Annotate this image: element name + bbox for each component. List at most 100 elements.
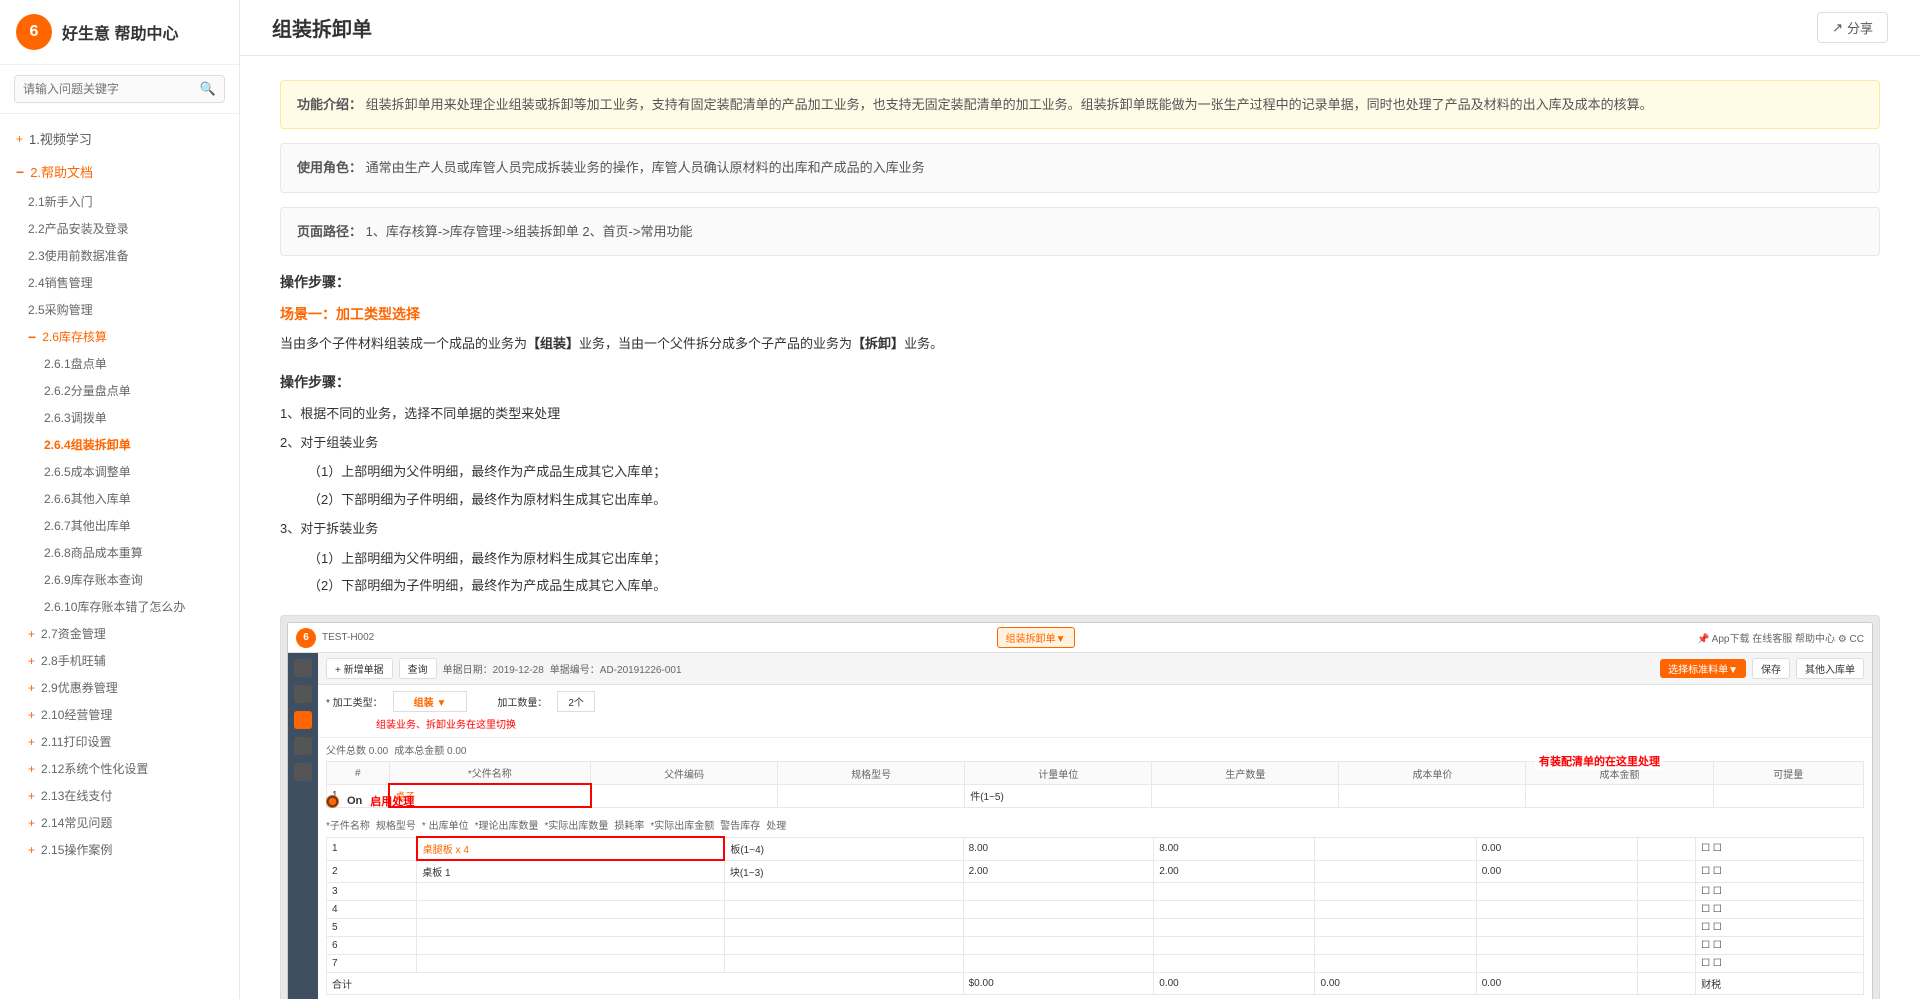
lower-row-2: 2 桌板 1 块(1~3) 2.00 2.00 0.00 [327, 860, 1864, 883]
mock-new-btn: 组装拆卸单▼ [997, 627, 1075, 648]
mock-lower-total: *实际出库金额 [650, 817, 714, 832]
mock-lower-table: 1 桌腿板 x 4 板(1~4) 8.00 8.00 0.00 [326, 836, 1864, 995]
path-text: 1、库存核算->库存管理->组装拆卸单 2、首页->常用功能 [366, 224, 693, 239]
step3-1: （1）上部明细为父件明细，最终作为原材料生成其它出库单； [308, 547, 1880, 570]
search-input[interactable] [23, 82, 200, 96]
mock-lower-section: *子件名称 规格型号 * 出库单位 *理论出库数量 *实际出库数量 损耗率 *实… [318, 813, 1872, 999]
logo-text: 好生意 帮助中心 [62, 20, 178, 44]
footer-total-label: 合计 [327, 973, 964, 995]
lower-row-7: 7 ☐ ☐ [327, 955, 1864, 973]
share-button[interactable]: ↗ 分享 [1817, 12, 1888, 43]
intro-text: 组装拆卸单用来处理企业组装或拆卸等加工业务，支持有固定装配清单的产品加工业务，也… [366, 97, 1653, 112]
mock-btn-search[interactable]: 查询 [399, 658, 437, 679]
search-icon: 🔍 [200, 81, 216, 97]
mock-icons: 📌 App下载 在线客服 帮助中心 ⚙ CC [1697, 630, 1864, 645]
step3-2: （2）下部明细为子件明细，最终作为产成品生成其它入库单。 [308, 574, 1880, 597]
page-header: 组装拆卸单 ↗ 分享 [240, 0, 1920, 56]
sidebar-item-video[interactable]: + 1.视频学习 [0, 122, 239, 155]
sidebar-item-cases[interactable]: + 2.15操作案例 [28, 836, 239, 863]
mock-icon4 [294, 737, 312, 755]
footer-theory: $0.00 [963, 973, 1154, 995]
mock-btn-new[interactable]: + 新增单据 [326, 658, 393, 679]
mock-type-label: * 加工类型： [326, 694, 383, 709]
annotation-type: 组装业务、拆卸业务在这里切换 [326, 716, 516, 731]
mock-body: + 新增单据 查询 单据日期：2019-12-28 单据编号：AD-201912… [288, 653, 1872, 999]
annotation-text-type: 组装业务、拆卸业务在这里切换 [376, 720, 516, 731]
sidebar-item-coupon[interactable]: + 2.9优惠券管理 [28, 674, 239, 701]
lower-row-6: 6 ☐ ☐ [327, 937, 1864, 955]
sidebar-item-sales[interactable]: 2.4销售管理 [28, 269, 239, 296]
mock-docno-label: 单据编号：AD-20191226-001 [550, 661, 682, 676]
sidebar-item-settings[interactable]: + 2.12系统个性化设置 [28, 755, 239, 782]
mock-lower-title: *子件名称 [326, 817, 370, 832]
sidebar-item-purchase[interactable]: 2.5采购管理 [28, 296, 239, 323]
mock-type-dropdown[interactable]: 组装 ▼ [393, 691, 468, 712]
mock-action-btn[interactable]: 选择标准料单▼ [1660, 659, 1746, 678]
sidebar: 6 好生意 帮助中心 🔍 + 1.视频学习 − 2.帮助文档 2.1新手入门 2… [0, 0, 240, 999]
sidebar-item-stock-query[interactable]: 2.6.9库存账本查询 [44, 566, 239, 593]
logo-area: 6 好生意 帮助中心 [0, 0, 239, 65]
sidebar-item-stock-err[interactable]: 2.6.10库存账本错了怎么办 [44, 593, 239, 620]
sidebar-item-install[interactable]: 2.2产品安装及登录 [28, 215, 239, 242]
mock-radio-area: On 启用处理 [318, 793, 1872, 813]
annotation-enable: 启用处理 [370, 793, 414, 809]
mock-logo: 6 [296, 628, 316, 648]
mock-lower-stock: 警告库存 [720, 817, 760, 832]
lower-cell-item1: 桌腿板 x 4 [417, 837, 725, 860]
footer-amount: 0.00 [1476, 973, 1637, 995]
lower-row-1: 1 桌腿板 x 4 板(1~4) 8.00 8.00 0.00 [327, 837, 1864, 860]
annotation-bom-text: 有装配清单的在这里处理 [1535, 754, 1664, 770]
mock-lower-action: 处理 [766, 817, 786, 832]
mock-icon2 [294, 685, 312, 703]
mock-upper-section: 父件总数 0.00 成本总金额 0.00 # *父件名称 父件编码 [318, 738, 1872, 793]
radio-on[interactable] [326, 795, 339, 808]
mock-icon3 [294, 711, 312, 729]
sidebar-item-cost-adjust[interactable]: 2.6.5成本调整单 [44, 458, 239, 485]
sidebar-item-assembly[interactable]: 2.6.4组装拆卸单 [44, 431, 239, 458]
mock-qty-field[interactable]: 2个 [557, 691, 595, 712]
sidebar-item-transfer[interactable]: 2.6.3调拨单 [44, 404, 239, 431]
mock-lower-loss: 损耗率 [614, 817, 644, 832]
path-block: 页面路径： 1、库存核算->库存管理->组装拆卸单 2、首页->常用功能 [280, 207, 1880, 256]
mock-app: 6 TEST-H002 组装拆卸单▼ 📌 App下载 在线客服 帮助中心 ⚙ C… [287, 622, 1873, 999]
steps-sub-title: 操作步骤： [280, 372, 1880, 392]
annotation-bom: 有装配清单的在这里处理 [326, 753, 1664, 769]
path-label: 页面路径： [297, 224, 362, 239]
step2-1: （1）上部明细为父件明细，最终作为产成品生成其它入库单； [308, 460, 1880, 483]
footer-loss: 0.00 [1315, 973, 1476, 995]
sidebar-item-mobile[interactable]: + 2.8手机旺辅 [28, 647, 239, 674]
sidebar-item-ops[interactable]: + 2.10经营管理 [28, 701, 239, 728]
step2: 2、对于组装业务 [280, 431, 1880, 454]
search-box[interactable]: 🔍 [14, 75, 225, 103]
page-title: 组装拆卸单 [272, 13, 372, 42]
mock-date-label: 单据日期：2019-12-28 [443, 661, 544, 676]
scenario1-desc: 当由多个子件材料组装成一个成品的业务为【组装】业务，当由一个父件拆分成多个子产品… [280, 332, 1880, 355]
sidebar-item-faq[interactable]: + 2.14常见问题 [28, 809, 239, 836]
sidebar-item-new[interactable]: 2.1新手入门 [28, 188, 239, 215]
footer-stock [1637, 973, 1695, 995]
sidebar-item-other-in[interactable]: 2.6.6其他入库单 [44, 485, 239, 512]
mock-topbar: 6 TEST-H002 组装拆卸单▼ 📌 App下载 在线客服 帮助中心 ⚙ C… [288, 623, 1872, 653]
mock-main: + 新增单据 查询 单据日期：2019-12-28 单据编号：AD-201912… [318, 653, 1872, 999]
radio-on-label: On [347, 795, 362, 807]
nav-sub-docs: 2.1新手入门 2.2产品安装及登录 2.3使用前数据准备 2.4销售管理 2.… [0, 188, 239, 863]
sidebar-item-cost-recalc[interactable]: 2.6.8商品成本重算 [44, 539, 239, 566]
sidebar-item-data[interactable]: 2.3使用前数据准备 [28, 242, 239, 269]
intro-label: 功能介绍： [297, 97, 362, 112]
sidebar-item-finance[interactable]: + 2.7资金管理 [28, 620, 239, 647]
main: 组装拆卸单 ↗ 分享 功能介绍： 组装拆卸单用来处理企业组装或拆卸等加工业务，支… [240, 0, 1920, 999]
mock-btn-confirm[interactable]: 其他入库单 [1796, 658, 1864, 679]
collapse-icon2: − [28, 329, 36, 345]
sidebar-item-inventory[interactable]: − 2.6库存核算 [28, 323, 239, 350]
sidebar-item-stocktake[interactable]: 2.6.1盘点单 [44, 350, 239, 377]
mock-btn-save[interactable]: 保存 [1752, 658, 1790, 679]
footer-actual: 0.00 [1154, 973, 1315, 995]
nav-sub-inventory: 2.6.1盘点单 2.6.2分量盘点单 2.6.3调拨单 2.6.4组装拆卸单 … [28, 350, 239, 620]
sidebar-item-docs[interactable]: − 2.帮助文档 [0, 155, 239, 188]
intro-block: 功能介绍： 组装拆卸单用来处理企业组装或拆卸等加工业务，支持有固定装配清单的产品… [280, 80, 1880, 129]
sidebar-item-payment[interactable]: + 2.13在线支付 [28, 782, 239, 809]
sidebar-item-other-out[interactable]: 2.6.7其他出库单 [44, 512, 239, 539]
lower-row-5: 5 ☐ ☐ [327, 919, 1864, 937]
sidebar-item-split[interactable]: 2.6.2分量盘点单 [44, 377, 239, 404]
sidebar-item-print[interactable]: + 2.11打印设置 [28, 728, 239, 755]
